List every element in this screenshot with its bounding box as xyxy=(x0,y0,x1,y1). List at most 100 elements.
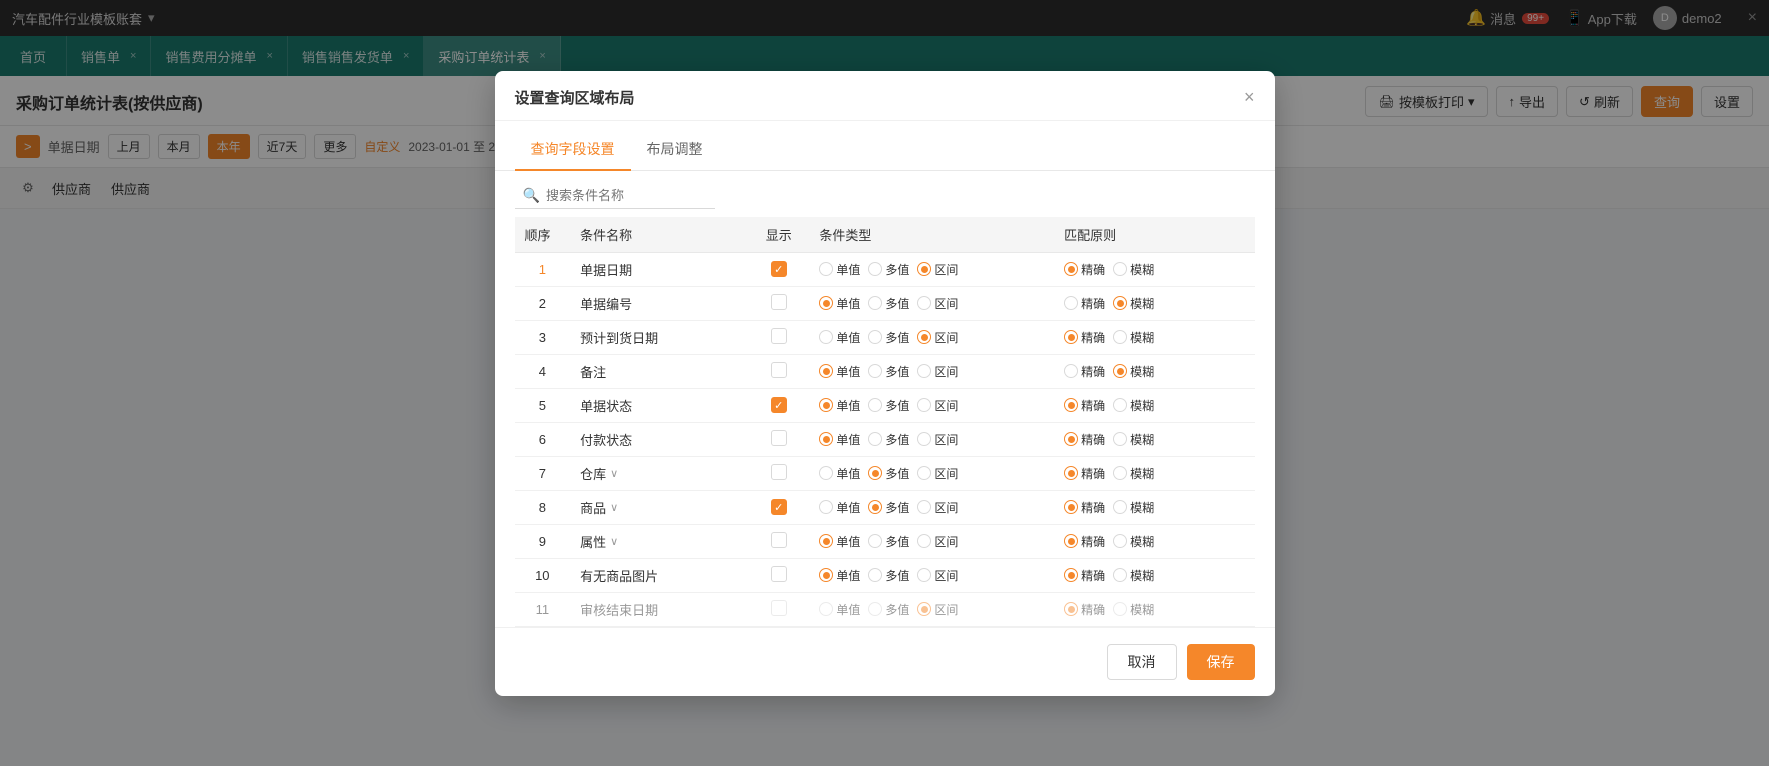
match-radio-item[interactable]: 精确 xyxy=(1064,295,1105,312)
type-radio-item[interactable]: 单值 xyxy=(819,363,860,380)
type-radio-item[interactable]: 单值 xyxy=(819,499,860,516)
order-number: 11 xyxy=(536,602,550,617)
radio-label: 模糊 xyxy=(1130,499,1154,516)
type-radio-item[interactable]: 多值 xyxy=(868,499,909,516)
display-checkbox[interactable] xyxy=(771,397,787,413)
radio-circle xyxy=(917,330,931,344)
radio-circle xyxy=(819,466,833,480)
type-radio-item[interactable]: 区间 xyxy=(917,601,958,618)
radio-circle xyxy=(868,602,882,616)
cancel-btn[interactable]: 取消 xyxy=(1107,644,1177,680)
display-checkbox[interactable] xyxy=(771,362,787,378)
match-radio-item[interactable]: 精确 xyxy=(1064,465,1105,482)
display-checkbox[interactable] xyxy=(771,464,787,480)
type-radio-item[interactable]: 多值 xyxy=(868,363,909,380)
cell-type: 单值多值区间 xyxy=(809,320,1054,354)
match-radio-item[interactable]: 精确 xyxy=(1064,329,1105,346)
display-checkbox[interactable] xyxy=(771,430,787,446)
type-radio-item[interactable]: 多值 xyxy=(868,465,909,482)
dialog-close-btn[interactable]: × xyxy=(1244,88,1255,106)
type-radio-item[interactable]: 多值 xyxy=(868,533,909,550)
type-radio-item[interactable]: 区间 xyxy=(917,431,958,448)
table-row: 2单据编号单值多值区间精确模糊 xyxy=(515,286,1255,320)
type-radio-item[interactable]: 单值 xyxy=(819,431,860,448)
match-radio-item[interactable]: 模糊 xyxy=(1113,567,1154,584)
display-checkbox[interactable] xyxy=(771,600,787,616)
search-input[interactable] xyxy=(546,188,706,203)
radio-circle xyxy=(1064,432,1078,446)
cell-order: 11 xyxy=(515,592,571,626)
match-radio-item[interactable]: 模糊 xyxy=(1113,533,1154,550)
type-radio-item[interactable]: 单值 xyxy=(819,397,860,414)
radio-circle xyxy=(819,330,833,344)
type-radio-item[interactable]: 区间 xyxy=(917,499,958,516)
match-radio-item[interactable]: 模糊 xyxy=(1113,431,1154,448)
type-radio-item[interactable]: 区间 xyxy=(917,465,958,482)
radio-circle xyxy=(868,432,882,446)
match-radio-item[interactable]: 精确 xyxy=(1064,431,1105,448)
type-radio-group: 单值 多值区间 xyxy=(819,431,1044,448)
match-radio-item[interactable]: 模糊 xyxy=(1113,601,1154,618)
display-checkbox[interactable] xyxy=(771,328,787,344)
type-radio-item[interactable]: 多值 xyxy=(868,261,909,278)
match-radio-item[interactable]: 模糊 xyxy=(1113,295,1154,312)
display-checkbox[interactable] xyxy=(771,532,787,548)
type-radio-item[interactable]: 单值 xyxy=(819,329,860,346)
cell-match: 精确 模糊 xyxy=(1054,252,1254,286)
match-radio-item[interactable]: 精确 xyxy=(1064,397,1105,414)
match-radio-item[interactable]: 模糊 xyxy=(1113,261,1154,278)
display-checkbox[interactable] xyxy=(771,566,787,582)
type-radio-item[interactable]: 单值 xyxy=(819,533,860,550)
type-radio-item[interactable]: 区间 xyxy=(917,363,958,380)
match-radio-item[interactable]: 精确 xyxy=(1064,567,1105,584)
type-radio-item[interactable]: 多值 xyxy=(868,397,909,414)
type-radio-item[interactable]: 多值 xyxy=(868,329,909,346)
type-radio-item[interactable]: 区间 xyxy=(917,261,958,278)
type-radio-item[interactable]: 多值 xyxy=(868,601,909,618)
radio-circle xyxy=(868,398,882,412)
match-radio-item[interactable]: 精确 xyxy=(1064,533,1105,550)
display-checkbox[interactable] xyxy=(771,499,787,515)
match-radio-item[interactable]: 精确 xyxy=(1064,363,1105,380)
radio-circle xyxy=(819,364,833,378)
type-radio-item[interactable]: 单值 xyxy=(819,295,860,312)
type-radio-item[interactable]: 单值 xyxy=(819,601,860,618)
type-radio-item[interactable]: 多值 xyxy=(868,431,909,448)
tab-query-fields[interactable]: 查询字段设置 xyxy=(515,133,631,171)
type-radio-item[interactable]: 区间 xyxy=(917,295,958,312)
save-btn[interactable]: 保存 xyxy=(1187,644,1255,680)
radio-circle xyxy=(868,364,882,378)
display-checkbox[interactable] xyxy=(771,294,787,310)
radio-label: 精确 xyxy=(1081,533,1105,550)
match-radio-item[interactable]: 模糊 xyxy=(1113,397,1154,414)
radio-label: 精确 xyxy=(1081,329,1105,346)
order-number: 9 xyxy=(539,534,546,549)
cell-order: 2 xyxy=(515,286,571,320)
type-radio-item[interactable]: 单值 xyxy=(819,465,860,482)
match-radio-item[interactable]: 模糊 xyxy=(1113,363,1154,380)
cell-name: 有无商品图片 xyxy=(570,558,748,592)
radio-label: 模糊 xyxy=(1130,261,1154,278)
radio-label: 精确 xyxy=(1081,499,1105,516)
match-radio-item[interactable]: 精确 xyxy=(1064,601,1105,618)
radio-label: 模糊 xyxy=(1130,363,1154,380)
type-radio-item[interactable]: 区间 xyxy=(917,397,958,414)
match-radio-item[interactable]: 模糊 xyxy=(1113,499,1154,516)
type-radio-item[interactable]: 多值 xyxy=(868,567,909,584)
type-radio-item[interactable]: 单值 xyxy=(819,261,860,278)
type-radio-item[interactable]: 多值 xyxy=(868,295,909,312)
display-checkbox[interactable] xyxy=(771,261,787,277)
dialog-title: 设置查询区域布局 xyxy=(515,87,635,108)
match-radio-item[interactable]: 模糊 xyxy=(1113,465,1154,482)
match-radio-item[interactable]: 精确 xyxy=(1064,499,1105,516)
radio-label: 多值 xyxy=(885,431,909,448)
cell-name: 付款状态 xyxy=(570,422,748,456)
tab-layout[interactable]: 布局调整 xyxy=(631,133,719,171)
match-radio-item[interactable]: 精确 xyxy=(1064,261,1105,278)
type-radio-item[interactable]: 区间 xyxy=(917,533,958,550)
match-radio-item[interactable]: 模糊 xyxy=(1113,329,1154,346)
type-radio-item[interactable]: 区间 xyxy=(917,329,958,346)
type-radio-item[interactable]: 区间 xyxy=(917,567,958,584)
cell-name: 预计到货日期 xyxy=(570,320,748,354)
type-radio-item[interactable]: 单值 xyxy=(819,567,860,584)
